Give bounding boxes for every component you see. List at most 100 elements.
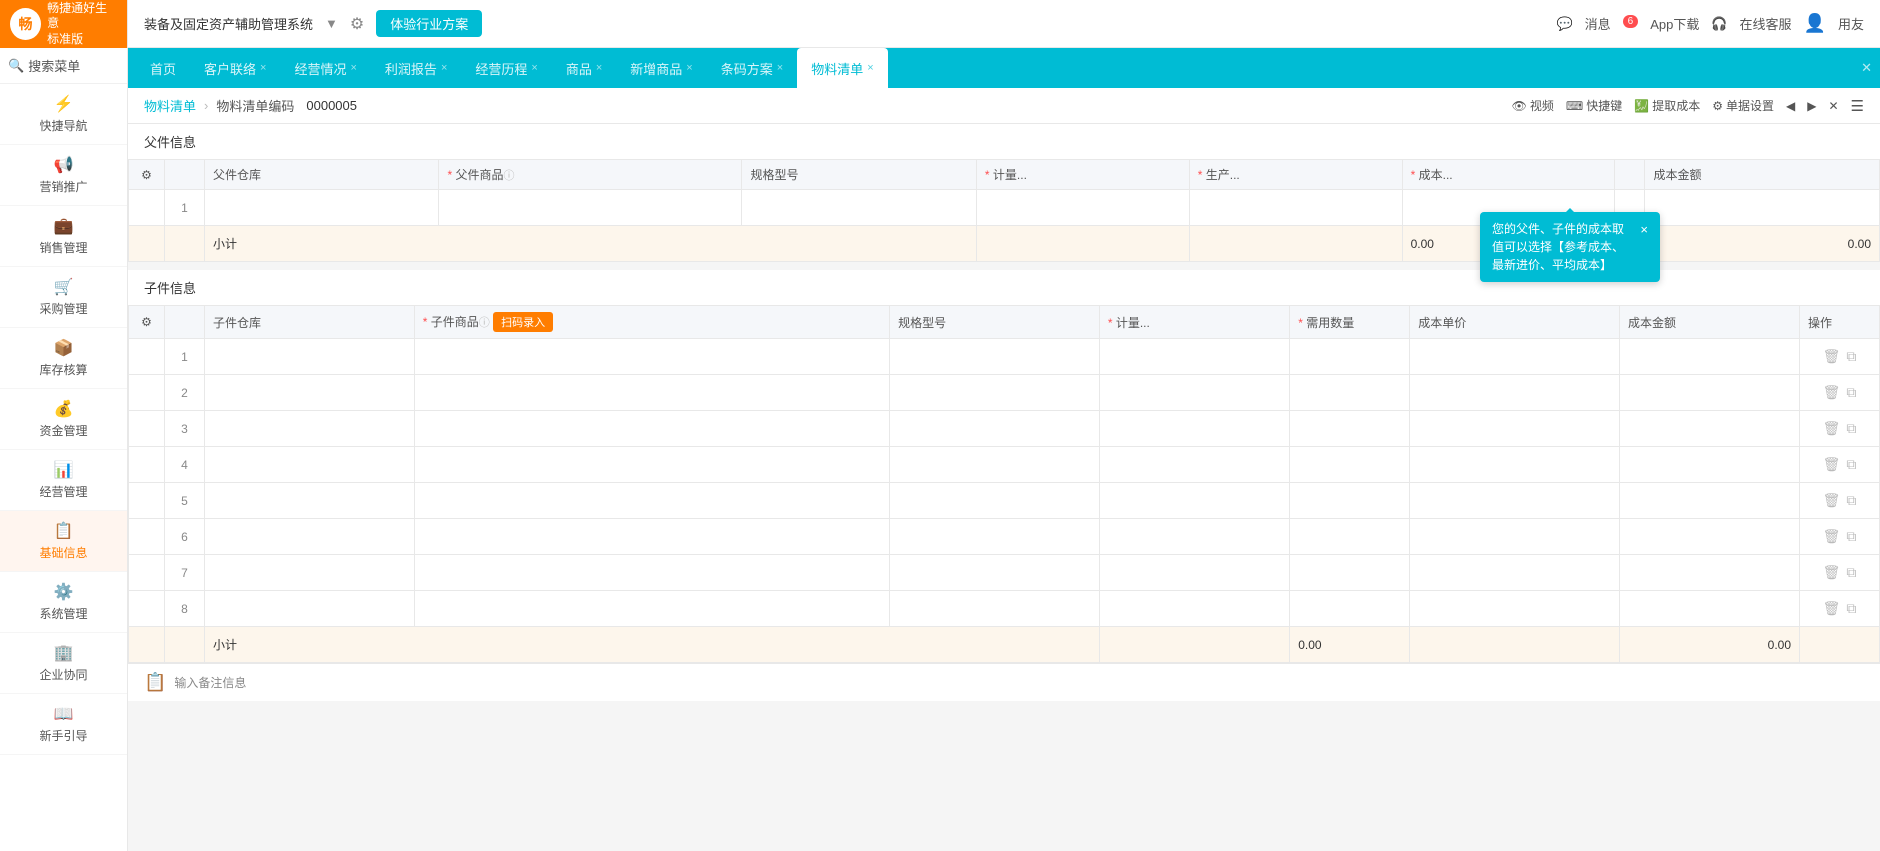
sidebar-item-guide[interactable]: 📖 新手引导 (0, 694, 127, 755)
user-label[interactable]: 用友 (1838, 14, 1864, 33)
child-row5-cost-price[interactable] (1410, 483, 1620, 519)
child-row3-needed[interactable] (1290, 411, 1410, 447)
sidebar-item-marketing[interactable]: 📢 营销推广 (0, 145, 127, 206)
child-row7-product[interactable] (414, 555, 889, 591)
nav-prev-btn[interactable]: ◀ (1786, 99, 1795, 113)
child-row3-product[interactable] (414, 411, 889, 447)
single-settings-action[interactable]: ⚙ 单据设置 (1712, 97, 1774, 114)
child-row3-warehouse[interactable] (205, 411, 415, 447)
child-row5-copy-icon[interactable]: ⧉ (1846, 492, 1856, 509)
child-row1-copy-icon[interactable]: ⧉ (1846, 348, 1856, 365)
tab-barcode-close[interactable]: × (777, 62, 783, 74)
child-row2-cost-price[interactable] (1410, 375, 1620, 411)
child-row2-spec[interactable] (890, 375, 1100, 411)
child-row1-warehouse[interactable] (205, 339, 415, 375)
child-row2-delete-icon[interactable]: 🗑 (1823, 384, 1841, 401)
tab-profit-report[interactable]: 利润报告 × (371, 48, 461, 88)
child-row6-spec[interactable] (890, 519, 1100, 555)
child-row4-cost-price[interactable] (1410, 447, 1620, 483)
child-row5-delete-icon[interactable]: 🗑 (1823, 492, 1841, 509)
child-row8-qty[interactable] (1099, 591, 1289, 627)
tab-products[interactable]: 商品 × (552, 48, 616, 88)
parent-row1-spec[interactable] (742, 190, 976, 226)
child-row5-spec[interactable] (890, 483, 1100, 519)
sidebar-item-purchase[interactable]: 🛒 采购管理 (0, 267, 127, 328)
settings-icon[interactable]: ⚙ (350, 14, 364, 34)
tooltip-close-btn[interactable]: × (1640, 220, 1648, 240)
sidebar-item-enterprise[interactable]: 🏢 企业协同 (0, 633, 127, 694)
tab-new-products-close[interactable]: × (686, 62, 692, 74)
tab-operation-history-close[interactable]: × (531, 62, 537, 74)
child-gear-icon[interactable]: ⚙ (141, 315, 152, 329)
child-row6-cost-price[interactable] (1410, 519, 1620, 555)
grid-icon[interactable]: ☰ (1851, 97, 1864, 115)
child-row8-spec[interactable] (890, 591, 1100, 627)
child-row6-warehouse[interactable] (205, 519, 415, 555)
tab-bom-list-close[interactable]: × (867, 62, 873, 74)
child-row7-warehouse[interactable] (205, 555, 415, 591)
child-row3-delete-icon[interactable]: 🗑 (1823, 420, 1841, 437)
child-row2-needed[interactable] (1290, 375, 1410, 411)
child-row2-warehouse[interactable] (205, 375, 415, 411)
tab-new-products[interactable]: 新增商品 × (616, 48, 706, 88)
breadcrumb-bom[interactable]: 物料清单 (144, 96, 196, 115)
child-row7-copy-icon[interactable]: ⧉ (1846, 564, 1856, 581)
child-row4-product[interactable] (414, 447, 889, 483)
tab-customer[interactable]: 客户联络 × (190, 48, 280, 88)
online-service[interactable]: 在线客服 (1740, 14, 1792, 33)
sidebar-item-system[interactable]: ⚙️ 系统管理 (0, 572, 127, 633)
sidebar-item-quick-nav[interactable]: ⚡ 快捷导航 (0, 84, 127, 145)
child-row5-qty[interactable] (1099, 483, 1289, 519)
child-row1-product[interactable] (414, 339, 889, 375)
parent-gear-icon[interactable]: ⚙ (141, 168, 152, 182)
child-row7-spec[interactable] (890, 555, 1100, 591)
app-download[interactable]: App下载 (1650, 14, 1699, 33)
child-row4-needed[interactable] (1290, 447, 1410, 483)
child-row3-cost-price[interactable] (1410, 411, 1620, 447)
child-row6-product[interactable] (414, 519, 889, 555)
child-row4-spec[interactable] (890, 447, 1100, 483)
child-row6-needed[interactable] (1290, 519, 1410, 555)
footer-text[interactable]: 输入备注信息 (174, 674, 246, 691)
child-row8-needed[interactable] (1290, 591, 1410, 627)
child-row8-delete-icon[interactable]: 🗑 (1823, 600, 1841, 617)
child-row6-delete-icon[interactable]: 🗑 (1823, 528, 1841, 545)
view-action[interactable]: 👁 视频 (1512, 97, 1554, 114)
child-row3-qty[interactable] (1099, 411, 1289, 447)
child-row6-copy-icon[interactable]: ⧉ (1846, 528, 1856, 545)
child-row5-needed[interactable] (1290, 483, 1410, 519)
child-row1-qty[interactable] (1099, 339, 1289, 375)
sidebar-item-finance[interactable]: 💰 资金管理 (0, 389, 127, 450)
nav-close-btn[interactable]: ✕ (1861, 60, 1872, 76)
child-row4-delete-icon[interactable]: 🗑 (1823, 456, 1841, 473)
child-row1-delete-icon[interactable]: 🗑 (1823, 348, 1841, 365)
child-row8-warehouse[interactable] (205, 591, 415, 627)
sidebar-item-operation[interactable]: 📊 经营管理 (0, 450, 127, 511)
child-row7-cost-price[interactable] (1410, 555, 1620, 591)
child-row4-warehouse[interactable] (205, 447, 415, 483)
parent-row1-qty[interactable] (976, 190, 1189, 226)
tab-profit-report-close[interactable]: × (441, 62, 447, 74)
parent-row1-warehouse[interactable] (205, 190, 439, 226)
child-row1-spec[interactable] (890, 339, 1100, 375)
tab-barcode[interactable]: 条码方案 × (707, 48, 797, 88)
child-row2-copy-icon[interactable]: ⧉ (1846, 384, 1856, 401)
child-row7-needed[interactable] (1290, 555, 1410, 591)
child-row2-product[interactable] (414, 375, 889, 411)
message-label[interactable]: 消息 (1585, 14, 1611, 33)
trial-btn[interactable]: 体验行业方案 (376, 10, 482, 37)
tab-bom-list[interactable]: 物料清单 × (797, 48, 887, 88)
child-row2-qty[interactable] (1099, 375, 1289, 411)
child-row1-needed[interactable] (1290, 339, 1410, 375)
shortcut-action[interactable]: ⌨ 快捷键 (1566, 97, 1622, 114)
child-row8-copy-icon[interactable]: ⧉ (1846, 600, 1856, 617)
child-row5-warehouse[interactable] (205, 483, 415, 519)
tab-operation-history[interactable]: 经营历程 × (461, 48, 551, 88)
child-row7-delete-icon[interactable]: 🗑 (1823, 564, 1841, 581)
scan-input-btn[interactable]: 扫码录入 (493, 312, 553, 332)
child-row5-product[interactable] (414, 483, 889, 519)
tab-operation-status-close[interactable]: × (350, 62, 356, 74)
child-row4-qty[interactable] (1099, 447, 1289, 483)
child-row4-copy-icon[interactable]: ⧉ (1846, 456, 1856, 473)
child-row3-copy-icon[interactable]: ⧉ (1846, 420, 1856, 437)
